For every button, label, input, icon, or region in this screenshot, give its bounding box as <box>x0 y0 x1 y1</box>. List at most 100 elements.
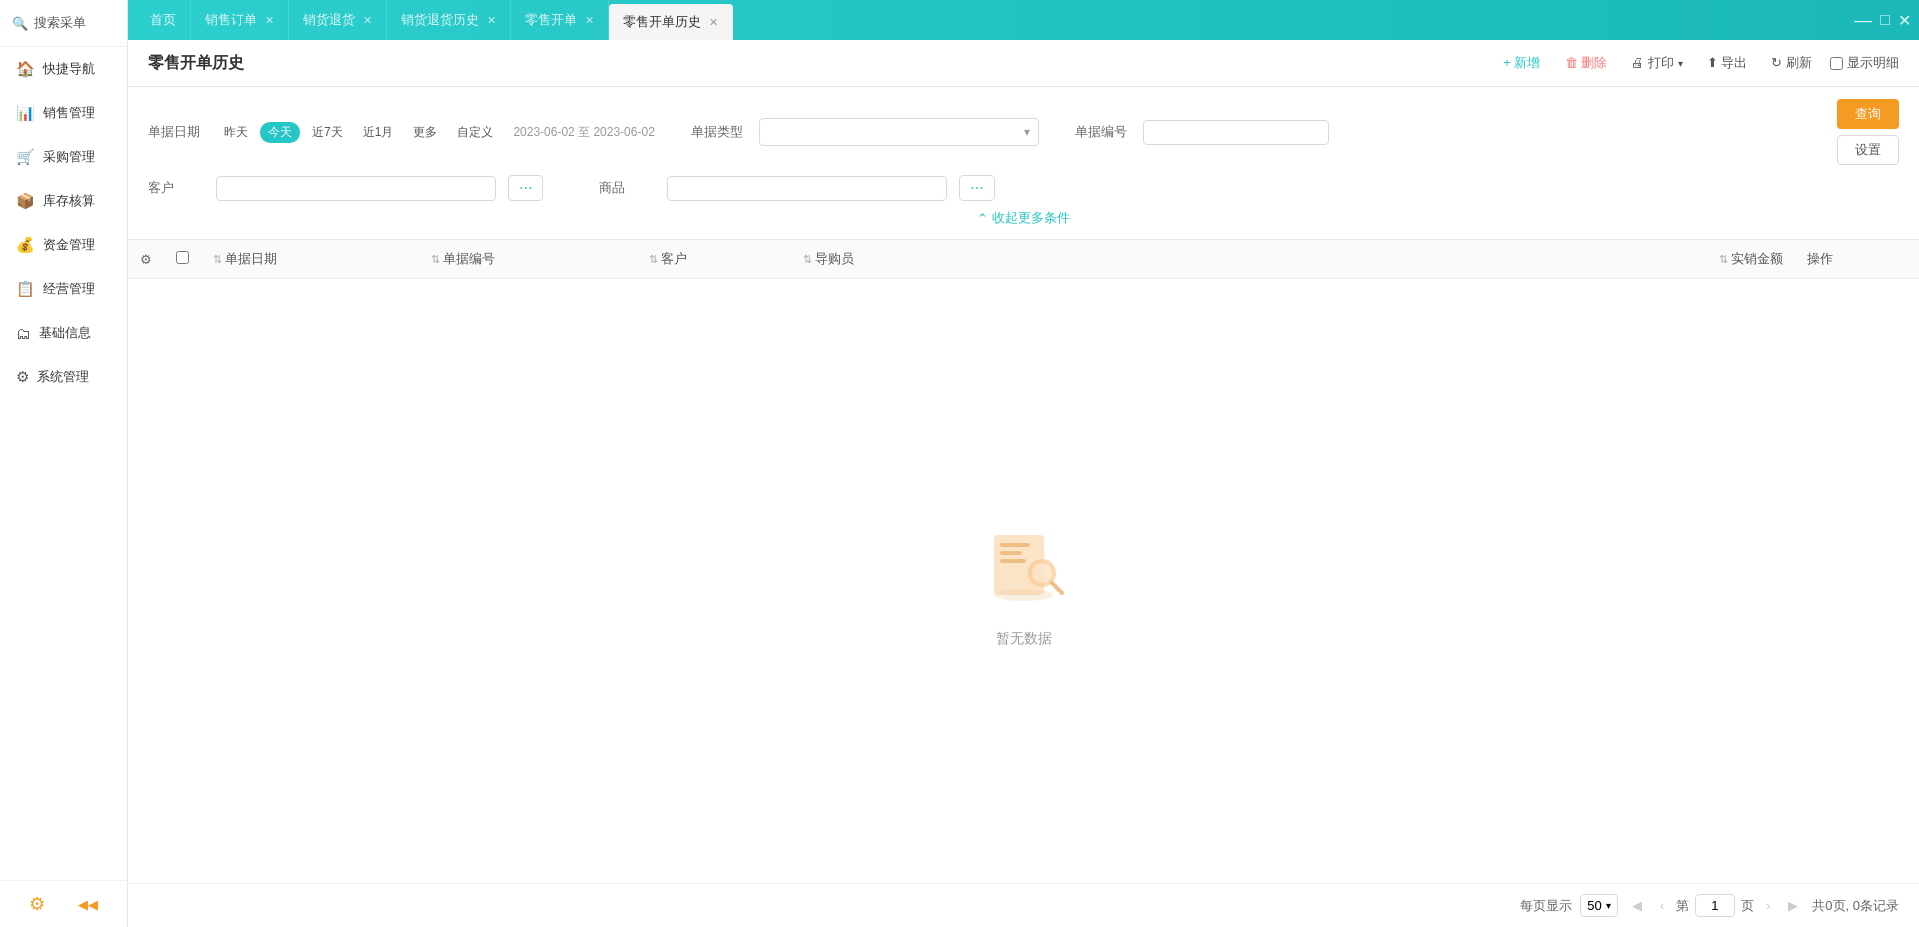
tab-close-retail-open-history[interactable]: ✕ <box>709 16 718 29</box>
tab-label-home: 首页 <box>150 11 176 29</box>
sidebar-icon-inventory: 📦 <box>16 192 35 210</box>
tab-retail-open-history[interactable]: 零售开单历史 ✕ <box>609 4 733 40</box>
per-page-select[interactable]: 50 ▾ <box>1580 894 1617 917</box>
pagination: 每页显示 50 ▾ ◀ ‹ 第 页 › ▶ 共0页, 0条记录 <box>128 883 1919 927</box>
col-date[interactable]: 单据日期 <box>201 240 419 279</box>
col-number[interactable]: 单据编号 <box>419 240 637 279</box>
customer-ellipsis-btn[interactable]: ··· <box>508 175 543 201</box>
sidebar-label-purchase-mgmt: 采购管理 <box>43 148 95 166</box>
customer-input[interactable] <box>216 176 496 201</box>
select-all-checkbox[interactable] <box>176 251 189 264</box>
date-opt-today[interactable]: 今天 <box>260 122 300 143</box>
date-opt-more[interactable]: 更多 <box>405 122 445 143</box>
tab-sales-order[interactable]: 销售订单 ✕ <box>191 0 289 40</box>
col-customer[interactable]: 客户 <box>637 240 791 279</box>
next-page-btn[interactable]: › <box>1760 896 1776 915</box>
tab-label-sales-return-history: 销货退货历史 <box>401 11 479 29</box>
table-settings-icon[interactable]: ⚙ <box>140 252 152 267</box>
sidebar-label-quick-nav: 快捷导航 <box>43 60 95 78</box>
prev-page-btn[interactable]: ‹ <box>1654 896 1670 915</box>
sidebar-icon-purchase-mgmt: 🛒 <box>16 148 35 166</box>
filter-settings-button[interactable]: 设置 <box>1837 135 1899 165</box>
sidebar-footer: ⚙ ◀◀ <box>0 880 127 927</box>
sidebar-search-label: 搜索采单 <box>34 14 86 32</box>
customer-label: 客户 <box>148 179 208 197</box>
first-page-btn[interactable]: ◀ <box>1626 896 1648 915</box>
goods-label: 商品 <box>599 179 659 197</box>
sidebar-label-sys-mgmt: 系统管理 <box>37 368 89 386</box>
query-button[interactable]: 查询 <box>1837 99 1899 129</box>
sidebar-item-sys-mgmt[interactable]: ⚙ 系统管理 <box>0 355 127 399</box>
empty-icon <box>974 515 1074 618</box>
date-opt-last_month[interactable]: 近1月 <box>355 122 402 143</box>
sidebar-icon-sys-mgmt: ⚙ <box>16 368 29 386</box>
svg-rect-3 <box>1000 551 1022 555</box>
sidebar-icon-quick-nav: 🏠 <box>16 60 35 78</box>
last-page-btn[interactable]: ▶ <box>1782 896 1804 915</box>
doc-number-input[interactable] <box>1143 120 1329 145</box>
filter-area: 单据日期 昨天今天近7天近1月更多自定义 2023-06-02 至 2023-0… <box>128 87 1919 240</box>
svg-rect-4 <box>1000 559 1026 563</box>
toolbar: + 新增 🗑 删除 🖨 打印 ▾ ⬆ 导出 ↻ 刷新 显示明细 <box>1497 50 1899 76</box>
show-detail-toggle[interactable]: 显示明细 <box>1830 54 1899 72</box>
tab-close-sales-return-history[interactable]: ✕ <box>487 14 496 27</box>
window-max-btn[interactable]: □ <box>1880 11 1890 29</box>
export-button[interactable]: ⬆ 导出 <box>1701 50 1754 76</box>
tab-sales-return-history[interactable]: 销货退货历史 ✕ <box>387 0 511 40</box>
sidebar-label-basic-info: 基础信息 <box>39 324 91 342</box>
per-page-label: 每页显示 <box>1520 897 1572 915</box>
refresh-button[interactable]: ↻ 刷新 <box>1765 50 1818 76</box>
date-opt-last7[interactable]: 近7天 <box>304 122 351 143</box>
print-button[interactable]: 🖨 打印 ▾ <box>1625 50 1689 76</box>
empty-state: 暂无数据 <box>128 279 1919 883</box>
doc-type-select[interactable]: ▾ <box>759 118 1039 146</box>
sidebar-icon-finance: 💰 <box>16 236 35 254</box>
tab-label-sales-return: 销货退货 <box>303 11 355 29</box>
tab-close-sales-order[interactable]: ✕ <box>265 14 274 27</box>
date-opt-custom[interactable]: 自定义 <box>449 122 501 143</box>
sidebar-item-purchase-mgmt[interactable]: 🛒 采购管理 <box>0 135 127 179</box>
tab-home[interactable]: 首页 <box>136 0 191 40</box>
sidebar-label-inventory: 库存核算 <box>43 192 95 210</box>
show-detail-checkbox[interactable] <box>1830 57 1843 70</box>
sidebar-item-operations[interactable]: 📋经营管理 <box>0 267 127 311</box>
goods-ellipsis-btn[interactable]: ··· <box>959 175 994 201</box>
col-amount[interactable]: 实销金额 <box>1577 240 1795 279</box>
sidebar-label-sales-mgmt: 销售管理 <box>43 104 95 122</box>
goods-input[interactable] <box>667 176 947 201</box>
sidebar-menu: 🏠 快捷导航 📊 销售管理 🛒 采购管理 📦 库存核算 💰资金管理📋经营管理🗂基础信息 ⚙ 系统管理 <box>0 47 127 880</box>
empty-text: 暂无数据 <box>996 630 1052 648</box>
collapse-sidebar-icon[interactable]: ◀◀ <box>78 897 98 912</box>
main-area: 首页销售订单✕销货退货✕销货退货历史✕零售开单✕零售开单历史✕ — □ ✕ 零售… <box>128 0 1919 927</box>
window-close-btn[interactable]: ✕ <box>1898 11 1911 30</box>
col-guide[interactable]: 导购员 <box>791 240 977 279</box>
total-info: 共0页, 0条记录 <box>1812 897 1899 915</box>
sidebar: 🔍 搜索采单 🏠 快捷导航 📊 销售管理 🛒 采购管理 📦 库存核算 💰资金管理📋经营管理🗂基础… <box>0 0 128 927</box>
page-input[interactable] <box>1695 894 1735 917</box>
svg-rect-2 <box>1000 543 1030 547</box>
sidebar-item-inventory[interactable]: 📦 库存核算 <box>0 179 127 223</box>
col-extra <box>977 240 1577 279</box>
window-min-btn[interactable]: — <box>1854 10 1872 31</box>
collapse-filter-btn[interactable]: ⌃ 收起更多条件 <box>148 209 1899 227</box>
delete-button[interactable]: 🗑 删除 <box>1559 50 1614 76</box>
tab-label-retail-open-history: 零售开单历史 <box>623 13 701 31</box>
sidebar-item-basic-info[interactable]: 🗂基础信息 <box>0 311 127 355</box>
page-header: 零售开单历史 + 新增 🗑 删除 🖨 打印 ▾ ⬆ 导出 ↻ 刷新 显示明细 <box>128 40 1919 87</box>
add-button[interactable]: + 新增 <box>1497 50 1546 76</box>
tab-close-sales-return[interactable]: ✕ <box>363 14 372 27</box>
settings-icon[interactable]: ⚙ <box>29 893 45 915</box>
sidebar-item-sales-mgmt[interactable]: 📊 销售管理 <box>0 91 127 135</box>
tab-retail-open[interactable]: 零售开单✕ <box>511 0 609 40</box>
sidebar-item-finance[interactable]: 💰资金管理 <box>0 223 127 267</box>
tab-label-sales-order: 销售订单 <box>205 11 257 29</box>
sidebar-search[interactable]: 🔍 搜索采单 <box>0 0 127 47</box>
tab-sales-return[interactable]: 销货退货 ✕ <box>289 0 387 40</box>
sidebar-item-quick-nav[interactable]: 🏠 快捷导航 <box>0 47 127 91</box>
sidebar-icon-sales-mgmt: 📊 <box>16 104 35 122</box>
date-opt-yesterday[interactable]: 昨天 <box>216 122 256 143</box>
doc-type-label: 单据类型 <box>691 123 751 141</box>
tab-close-retail-open[interactable]: ✕ <box>585 14 594 27</box>
content: 零售开单历史 + 新增 🗑 删除 🖨 打印 ▾ ⬆ 导出 ↻ 刷新 显示明细 <box>128 40 1919 927</box>
tab-bar-right: — □ ✕ <box>1854 10 1911 31</box>
